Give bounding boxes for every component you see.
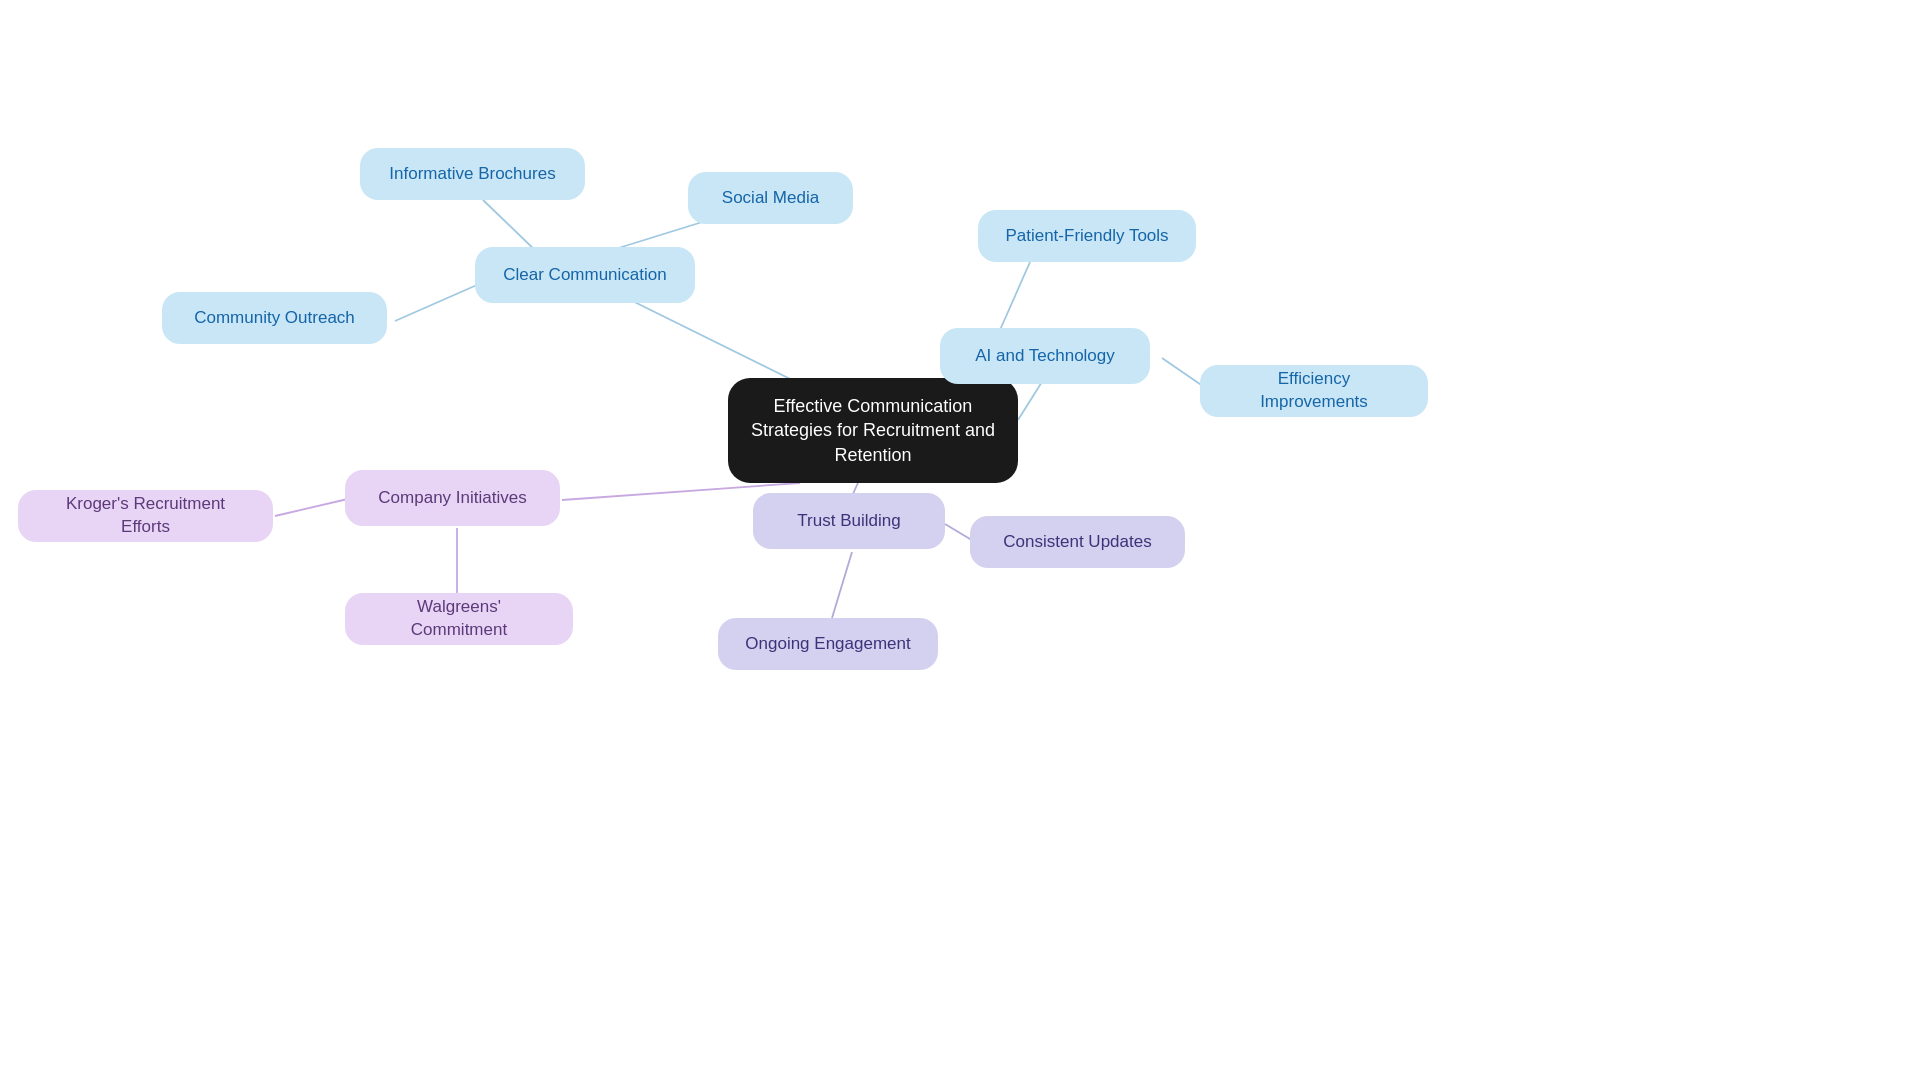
informative-brochures-node: Informative Brochures: [360, 148, 585, 200]
ai-technology-node: AI and Technology: [940, 328, 1150, 384]
connections-svg: [0, 0, 1920, 1083]
consistent-updates-node: Consistent Updates: [970, 516, 1185, 568]
clear-communication-node: Clear Communication: [475, 247, 695, 303]
community-outreach-node: Community Outreach: [162, 292, 387, 344]
center-node: Effective Communication Strategies for R…: [728, 378, 1018, 483]
svg-line-12: [832, 552, 852, 618]
ongoing-engagement-node: Ongoing Engagement: [718, 618, 938, 670]
walgreens-commitment-node: Walgreens' Commitment: [345, 593, 573, 645]
krogers-recruitment-node: Kroger's Recruitment Efforts: [18, 490, 273, 542]
social-media-node: Social Media: [688, 172, 853, 224]
svg-line-3: [395, 281, 486, 321]
patient-friendly-tools-node: Patient-Friendly Tools: [978, 210, 1196, 262]
svg-line-8: [275, 498, 352, 516]
efficiency-improvements-node: Efficiency Improvements: [1200, 365, 1428, 417]
svg-line-5: [1000, 262, 1030, 330]
trust-building-node: Trust Building: [753, 493, 945, 549]
company-initiatives-node: Company Initiatives: [345, 470, 560, 526]
